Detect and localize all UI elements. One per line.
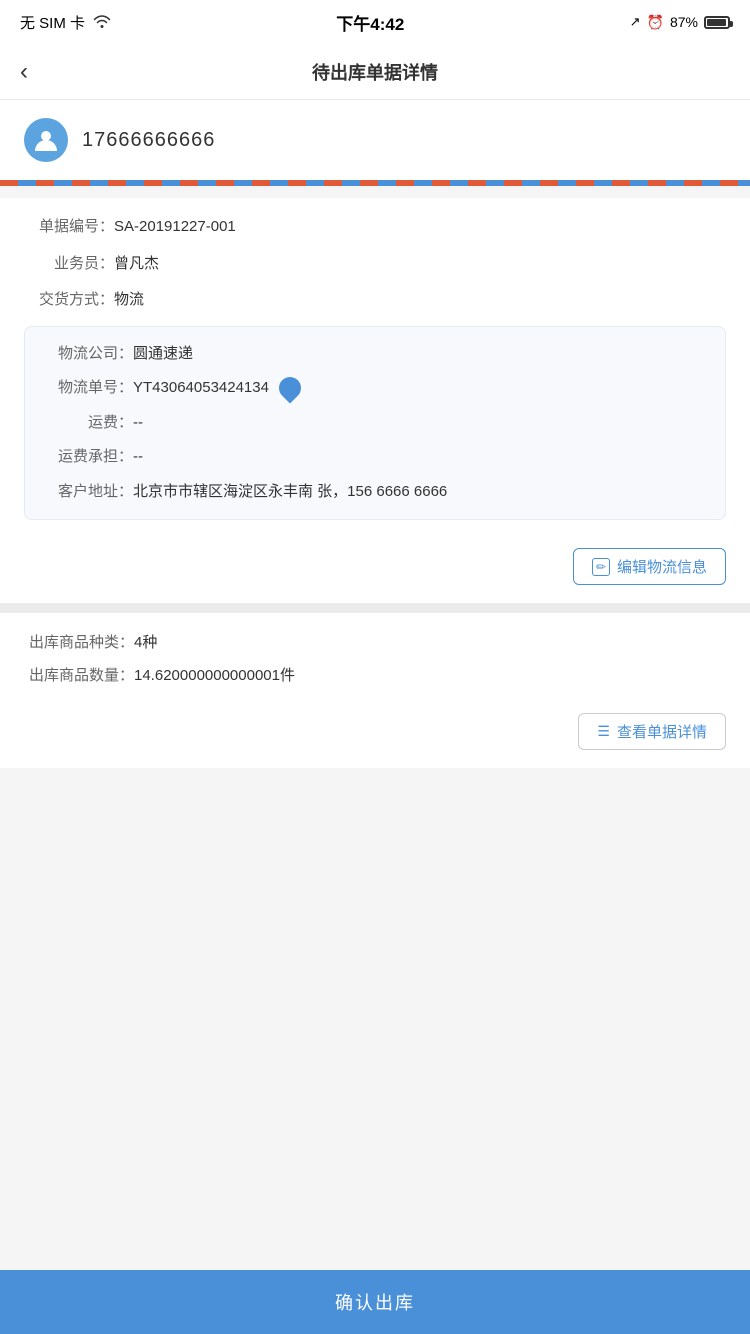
location-arrow-icon: ↗ [630,14,641,30]
goods-type-value: 4种 [134,631,726,652]
logistics-address-value: 北京市市辖区海淀区永丰南 张，156 6666 6666 [133,481,707,504]
goods-type-row: 出库商品种类： 4种 [24,631,726,652]
goods-quantity-label: 出库商品数量： [24,664,134,685]
logistics-freight-bear-value: -- [133,446,707,469]
view-detail-button[interactable]: ☰ 查看单据详情 [578,713,726,750]
nav-bar: ‹ 待出库单据详情 [0,44,750,100]
logistics-card: 物流公司： 圆通速递 物流单号： YT43064053424134 运费： -- [24,326,726,521]
delivery-row: 交货方式： 物流 [24,289,726,312]
carrier-text: 无 SIM 卡 [20,12,85,33]
logistics-freight-row: 运费： -- [43,412,707,435]
delivery-value: 物流 [114,289,726,312]
logistics-tracking-label: 物流单号： [43,377,133,400]
user-phone: 17666666666 [82,129,215,152]
logistics-company-row: 物流公司： 圆通速递 [43,343,707,366]
logistics-tracking-value: YT43064053424134 [133,377,707,400]
logistics-company-value: 圆通速递 [133,343,707,366]
goods-quantity-value: 14.620000000000001件 [134,664,726,685]
logistics-freight-bear-label: 运费承担： [43,446,133,469]
dashed-separator [0,180,750,186]
edit-logistics-label: 编辑物流信息 [617,556,707,577]
location-icon[interactable] [274,373,305,404]
logistics-address-row: 客户地址： 北京市市辖区海淀区永丰南 张，156 6666 6666 [43,481,707,504]
logistics-freight-label: 运费： [43,412,133,435]
page: 无 SIM 卡 下午4:42 ↗ ⏰ 87% ‹ 待出库单据详情 [0,0,750,1334]
delivery-label: 交货方式： [24,289,114,312]
content: 17666666666 单据编号： SA-20191227-001 业务员： 曾… [0,100,750,1334]
salesman-row: 业务员： 曾凡杰 [24,253,726,276]
back-button[interactable]: ‹ [20,58,60,86]
doc-no-row: 单据编号： SA-20191227-001 [24,216,726,239]
alarm-icon: ⏰ [647,14,664,31]
status-time: 下午4:42 [336,10,404,35]
logistics-address-label: 客户地址： [43,481,133,504]
wifi-icon [93,14,111,31]
goods-section: 出库商品种类： 4种 出库商品数量： 14.620000000000001件 ☰… [0,613,750,768]
list-icon: ☰ [597,723,610,740]
spacer [0,768,750,948]
goods-quantity-row: 出库商品数量： 14.620000000000001件 [24,664,726,685]
page-title: 待出库单据详情 [312,59,438,85]
status-bar: 无 SIM 卡 下午4:42 ↗ ⏰ 87% [0,0,750,44]
tracking-number: YT43064053424134 [133,377,269,400]
logistics-tracking-row: 物流单号： YT43064053424134 [43,377,707,400]
logistics-freight-bear-row: 运费承担： -- [43,446,707,469]
status-left: 无 SIM 卡 [20,12,111,33]
doc-no-value: SA-20191227-001 [114,216,726,239]
user-row: 17666666666 [0,100,750,180]
goods-type-label: 出库商品种类： [24,631,134,652]
view-detail-label: 查看单据详情 [617,721,707,742]
salesman-label: 业务员： [24,253,114,276]
edit-icon: ✏ [592,558,610,576]
doc-no-label: 单据编号： [24,216,114,239]
salesman-value: 曾凡杰 [114,253,726,276]
status-right: ↗ ⏰ 87% [630,14,730,31]
doc-info-section: 单据编号： SA-20191227-001 业务员： 曾凡杰 交货方式： 物流 … [0,198,750,603]
battery-icon [704,16,730,29]
battery-text: 87% [670,14,698,30]
logistics-freight-value: -- [133,412,707,435]
edit-logistics-button[interactable]: ✏ 编辑物流信息 [573,548,726,585]
confirm-btn-label: 确认出库 [335,1289,415,1315]
logistics-company-label: 物流公司： [43,343,133,366]
section-divider [0,603,750,613]
confirm-outbound-button[interactable]: 确认出库 [0,1270,750,1334]
avatar [24,118,68,162]
